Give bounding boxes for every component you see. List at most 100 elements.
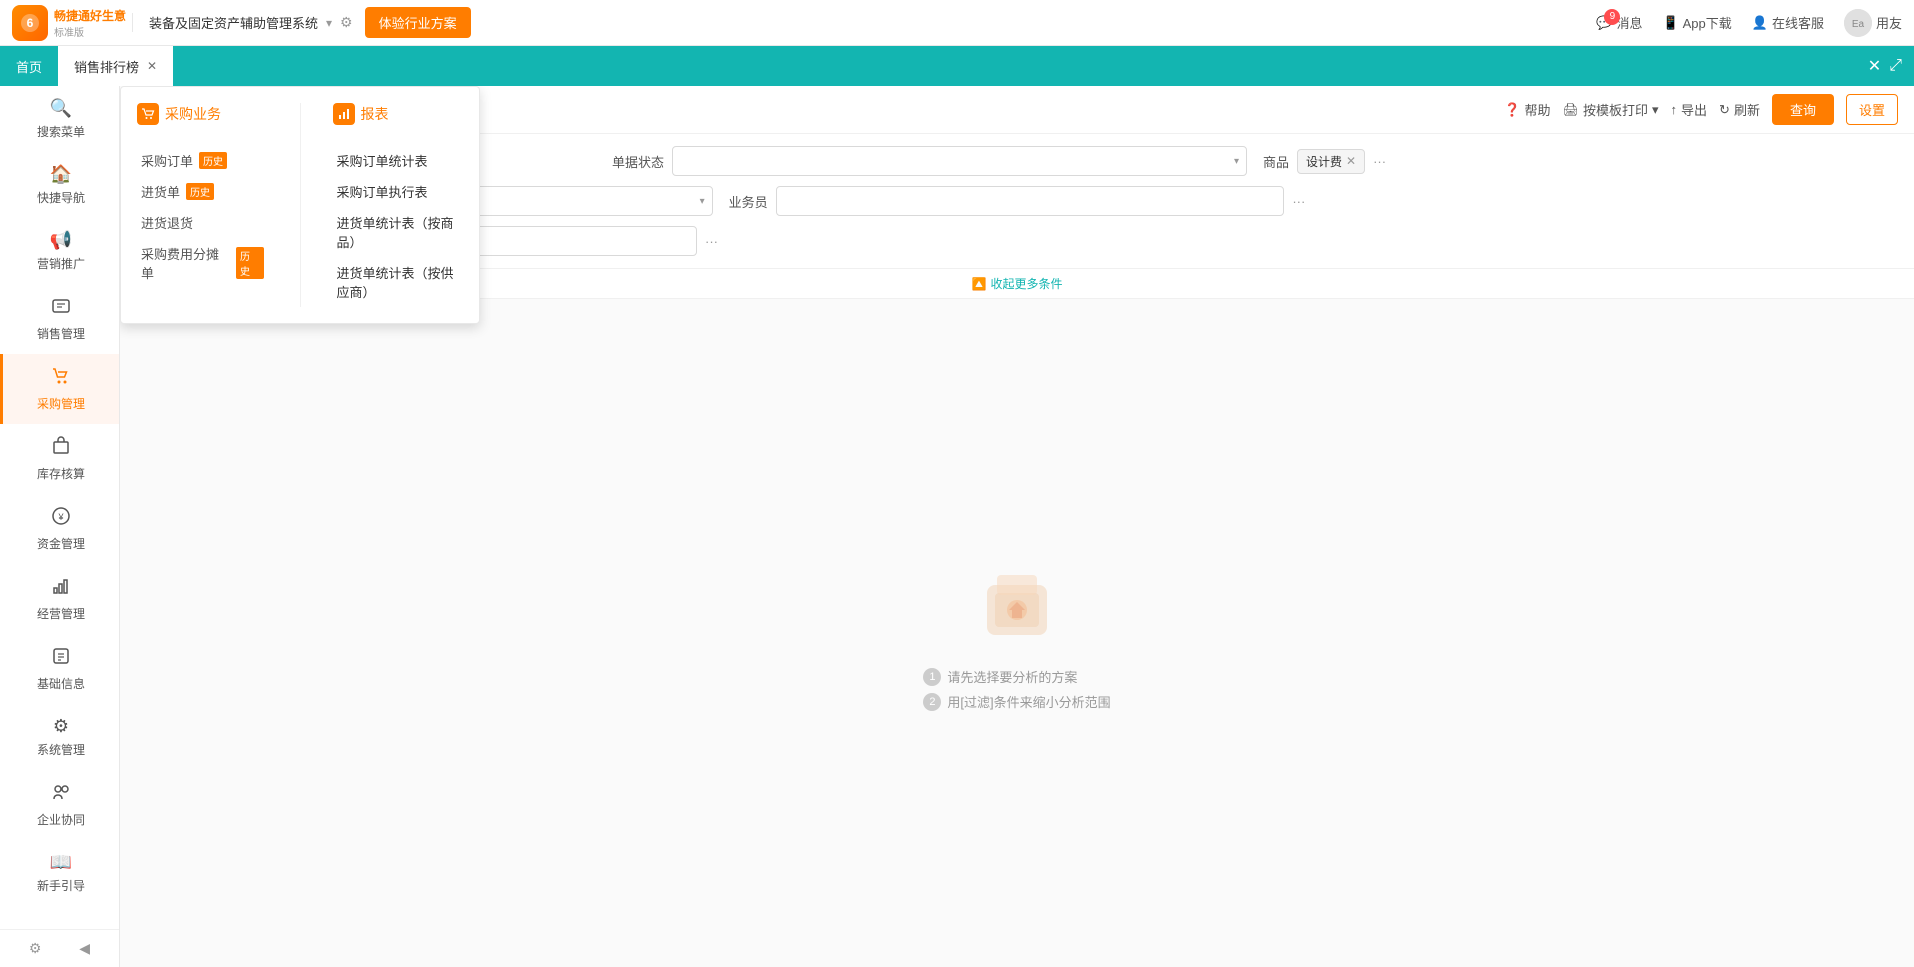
empty-tips: 1 请先选择要分析的方案 2 用[过滤]条件来缩小分析范围 — [923, 667, 1110, 711]
inventory-icon — [51, 436, 71, 461]
tip-num-1: 1 — [923, 668, 941, 686]
doc-status-select-wrapper — [672, 146, 1247, 176]
sidebar-item-purchase[interactable]: 采购管理 — [0, 354, 119, 424]
export-icon: ↑ — [1671, 102, 1678, 117]
product-tag-close[interactable]: ✕ — [1346, 154, 1356, 168]
sidebar-inventory-label: 库存核算 — [37, 465, 85, 482]
sidebar-item-operations[interactable]: 经营管理 — [0, 564, 119, 634]
refresh-icon: ↻ — [1719, 102, 1730, 118]
phone-icon: 📱 — [1662, 15, 1678, 31]
dropdown-item-return[interactable]: 进货退货 — [137, 207, 268, 238]
sidebar-item-finance[interactable]: ¥ 资金管理 — [0, 494, 119, 564]
purchase-icon — [51, 366, 71, 391]
print-icon: 🖨 — [1562, 102, 1579, 118]
tab-close-icon[interactable]: ✕ — [147, 59, 157, 73]
svg-text:¥: ¥ — [57, 512, 64, 522]
product-more-icon[interactable]: ··· — [1373, 154, 1386, 169]
sidebar-item-search[interactable]: 🔍 搜索菜单 — [0, 86, 119, 152]
empty-tip-2: 2 用[过滤]条件来缩小分析范围 — [923, 692, 1110, 711]
query-btn[interactable]: 查询 — [1772, 94, 1834, 125]
logo-text: 畅捷通好生意 标准版 — [54, 7, 126, 39]
logo-area: 6 畅捷通好生意 标准版 — [12, 5, 132, 41]
sidebar-item-marketing[interactable]: 📢 营销推广 — [0, 218, 119, 284]
sidebar-marketing-label: 营销推广 — [37, 255, 85, 272]
header-right: 💬 9 消息 📱 App下载 👤 在线客服 Ea 用友 — [1596, 9, 1902, 37]
message-count: 9 — [1604, 9, 1620, 25]
help-btn[interactable]: ❓ 帮助 — [1504, 100, 1550, 119]
user-action[interactable]: Ea 用友 — [1844, 9, 1902, 37]
sidebar-item-quick-nav[interactable]: 🏠 快捷导航 — [0, 152, 119, 218]
tab-home-label: 首页 — [16, 57, 42, 76]
dropdown-divider — [300, 103, 301, 307]
sidebar-settings-btn[interactable]: ⚙ — [29, 940, 42, 957]
tab-expand-btn[interactable]: ⤢ — [1889, 57, 1902, 75]
settings-btn[interactable]: 设置 — [1846, 94, 1898, 125]
notification-badge: 💬 9 — [1596, 15, 1612, 31]
tip-text-2: 用[过滤]条件来缩小分析范围 — [947, 692, 1110, 711]
dropdown-item-report-1[interactable]: 采购订单执行表 — [333, 176, 464, 207]
sidebar-item-sales[interactable]: 销售管理 — [0, 284, 119, 354]
service-icon: 👤 — [1752, 15, 1768, 31]
marketing-icon: 📢 — [50, 230, 72, 251]
history-badge-3: 历史 — [236, 247, 264, 279]
sidebar: 🔍 搜索菜单 🏠 快捷导航 📢 营销推广 销售管理 采购管理 — [0, 86, 120, 967]
dropdown-item-report-3[interactable]: 进货单统计表（按供应商） — [333, 257, 464, 307]
sales-icon — [51, 296, 71, 321]
sidebar-purchase-label: 采购管理 — [37, 395, 85, 412]
product-tag: 设计费 ✕ — [1297, 149, 1365, 174]
sidebar-collapse-btn[interactable]: ◀ — [79, 940, 90, 957]
tip-num-2: 2 — [923, 693, 941, 711]
tab-home[interactable]: 首页 — [0, 46, 58, 86]
history-badge-1: 历史 — [186, 183, 214, 200]
system-settings-icon[interactable]: ⚙ — [340, 14, 353, 31]
sidebar-item-enterprise[interactable]: 企业协同 — [0, 770, 119, 840]
history-badge-0: 历史 — [199, 152, 227, 169]
sidebar-item-system[interactable]: ⚙ 系统管理 — [0, 704, 119, 770]
sidebar-item-guide[interactable]: 📖 新手引导 — [0, 840, 119, 906]
sidebar-finance-label: 资金管理 — [37, 535, 85, 552]
tab-sales-rank[interactable]: 销售排行榜 ✕ — [58, 46, 173, 86]
dropdown-item-incoming[interactable]: 进货单 历史 — [137, 176, 268, 207]
purchase-dropdown-menu: 采购业务 采购订单 历史 进货单 历史 进货退货 采购费用分摊单 — [120, 86, 480, 324]
title-dropdown-arrow[interactable]: ▾ — [326, 16, 332, 30]
help-icon: ❓ — [1504, 102, 1520, 118]
collapse-label: 收起更多条件 — [990, 275, 1062, 292]
app-download-action[interactable]: 📱 App下载 — [1662, 13, 1731, 32]
enterprise-icon — [51, 782, 71, 807]
operations-icon — [51, 576, 71, 601]
tab-close-btn[interactable]: ✕ — [1868, 56, 1881, 76]
tab-bar-right: ✕ ⤢ — [1868, 46, 1914, 86]
dropdown-item-expense[interactable]: 采购费用分摊单 历史 — [137, 238, 268, 288]
salesman-input[interactable] — [776, 186, 1285, 216]
print-btn[interactable]: 🖨 按模板打印 ▾ — [1562, 100, 1658, 119]
salesman-more-icon[interactable]: ··· — [1292, 194, 1305, 209]
system-icon: ⚙ — [53, 716, 69, 737]
message-action[interactable]: 💬 9 消息 — [1596, 13, 1642, 32]
export-btn[interactable]: ↑ 导出 — [1671, 100, 1708, 119]
sidebar-sales-label: 销售管理 — [37, 325, 85, 342]
avatar: Ea — [1844, 9, 1872, 37]
dropdown-item-report-2[interactable]: 进货单统计表（按商品） — [333, 207, 464, 257]
filter-salesman: 业务员 ··· — [729, 186, 1306, 216]
product-tag-text: 设计费 — [1306, 153, 1342, 170]
refresh-btn[interactable]: ↻ 刷新 — [1719, 100, 1760, 119]
sidebar-item-inventory[interactable]: 库存核算 — [0, 424, 119, 494]
tab-bar: 首页 销售排行榜 ✕ ✕ ⤢ — [0, 46, 1914, 86]
sidebar-item-basic-info[interactable]: 基础信息 — [0, 634, 119, 704]
doc-status-label: 单据状态 — [612, 152, 664, 171]
customer-more-icon[interactable]: ··· — [705, 234, 718, 249]
system-title: 装备及固定资产辅助管理系统 — [149, 13, 318, 32]
online-service-action[interactable]: 👤 在线客服 — [1752, 13, 1824, 32]
empty-tip-1: 1 请先选择要分析的方案 — [923, 667, 1110, 686]
dropdown-purchase-col: 采购业务 采购订单 历史 进货单 历史 进货退货 采购费用分摊单 — [137, 103, 268, 307]
home-icon: 🏠 — [50, 164, 72, 185]
sidebar-basic-info-label: 基础信息 — [37, 675, 85, 692]
dropdown-item-report-0[interactable]: 采购订单统计表 — [333, 145, 464, 176]
dropdown-cols: 采购业务 采购订单 历史 进货单 历史 进货退货 采购费用分摊单 — [137, 103, 463, 307]
collapse-up-icon: 🔼 — [972, 277, 987, 291]
dropdown-item-purchase-order[interactable]: 采购订单 历史 — [137, 145, 268, 176]
doc-status-select[interactable] — [672, 146, 1247, 176]
filter-product: 商品 设计费 ✕ ··· — [1263, 149, 1898, 174]
industry-btn[interactable]: 体验行业方案 — [365, 7, 471, 38]
filter-doc-status: 单据状态 — [612, 146, 1247, 176]
